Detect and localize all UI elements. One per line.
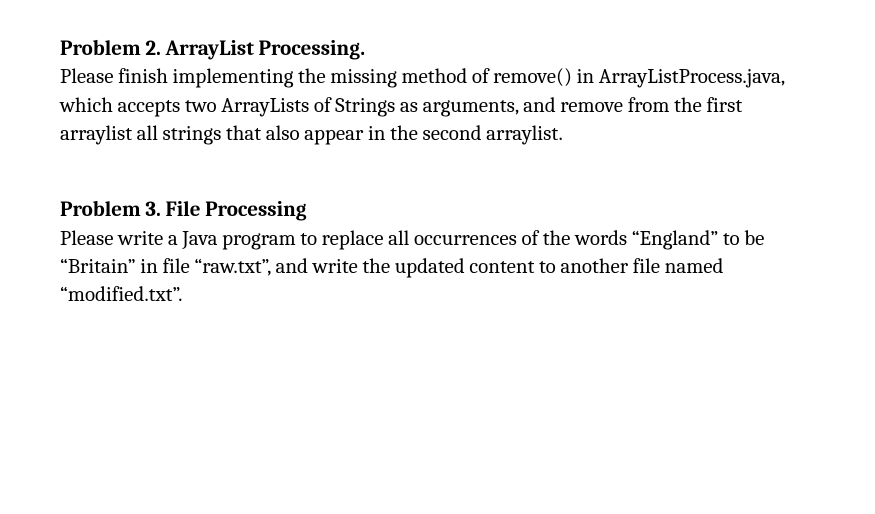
problem-3-body: Please write a Java program to replace a… xyxy=(60,225,800,310)
problem-2-title: Problem 2. ArrayList Processing. xyxy=(60,37,365,61)
problem-2-body: Please finish implementing the missing m… xyxy=(60,63,800,148)
problem-2: Problem 2. ArrayList Processing. Please … xyxy=(60,35,800,148)
problem-3: Problem 3. File Processing Please write … xyxy=(60,196,800,309)
problem-3-title: Problem 3. File Processing xyxy=(60,198,306,222)
